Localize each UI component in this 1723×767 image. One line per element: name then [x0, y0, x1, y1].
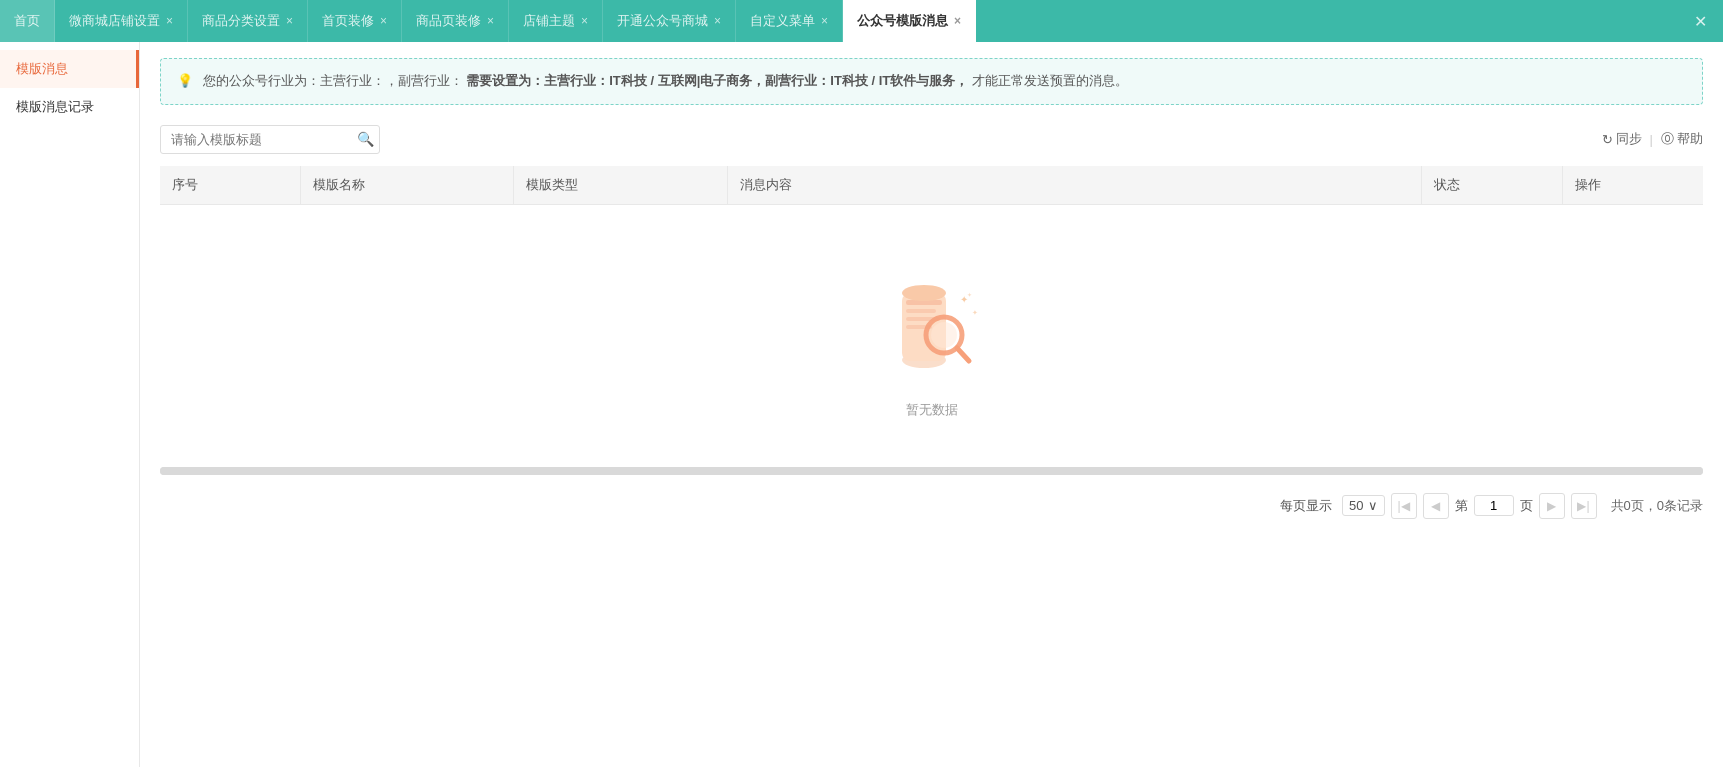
search-input[interactable]	[161, 126, 349, 153]
info-prefix: 您的公众号行业为：主营行业：，副营行业：	[203, 73, 463, 88]
nav-tab-template-msg[interactable]: 公众号模版消息 ×	[843, 0, 976, 42]
col-action: 操作	[1563, 166, 1703, 205]
sync-button[interactable]: ↻ 同步	[1602, 130, 1642, 148]
nav-tab-template-msg-close[interactable]: ×	[954, 14, 961, 28]
sync-icon: ↻	[1602, 132, 1613, 147]
info-banner: 💡 您的公众号行业为：主营行业：，副营行业： 需要设置为：主营行业：IT科技 /…	[160, 58, 1703, 105]
nav-tab-custom-menu-label: 自定义菜单	[750, 12, 815, 30]
nav-tab-template-msg-label: 公众号模版消息	[857, 12, 948, 30]
nav-tab-home-decoration-close[interactable]: ×	[380, 14, 387, 28]
help-icon: ⓪	[1661, 130, 1674, 148]
first-page-button[interactable]: |◀	[1391, 493, 1417, 519]
nav-tab-home-decoration-label: 首页装修	[322, 12, 374, 30]
pagination: 每页显示 50 ∨ |◀ ◀ 第 页 ▶ ▶| 共0页，0条记录	[160, 483, 1703, 529]
close-all-button[interactable]: ✕	[1678, 12, 1723, 31]
empty-text: 暂无数据	[906, 401, 958, 419]
main-layout: 模版消息 模版消息记录 💡 您的公众号行业为：主营行业：，副营行业： 需要设置为…	[0, 42, 1723, 767]
chevron-down-icon: ∨	[1368, 498, 1378, 513]
nav-tab-shop-settings[interactable]: 微商城店铺设置 ×	[55, 0, 188, 42]
divider: |	[1650, 132, 1653, 147]
nav-tab-product-decoration-close[interactable]: ×	[487, 14, 494, 28]
search-box[interactable]: 🔍	[160, 125, 380, 154]
nav-tab-open-mall-close[interactable]: ×	[714, 14, 721, 28]
nav-tab-product-decoration-label: 商品页装修	[416, 12, 481, 30]
col-type: 模版类型	[514, 166, 728, 205]
svg-point-8	[931, 322, 957, 348]
help-button[interactable]: ⓪ 帮助	[1661, 130, 1703, 148]
sidebar-item-template-msg-log-label: 模版消息记录	[16, 99, 94, 114]
svg-rect-3	[906, 309, 936, 313]
empty-illustration: ✦ ✦ ✦	[872, 265, 992, 385]
data-table: 序号 模版名称 模版类型 消息内容 状态 操作	[160, 166, 1703, 459]
toolbar-right: ↻ 同步 | ⓪ 帮助	[1602, 130, 1703, 148]
top-nav: 首页 微商城店铺设置 × 商品分类设置 × 首页装修 × 商品页装修 × 店铺主…	[0, 0, 1723, 42]
nav-tab-shop-theme[interactable]: 店铺主题 ×	[509, 0, 603, 42]
nav-tab-open-mall[interactable]: 开通公众号商城 ×	[603, 0, 736, 42]
page-size-select[interactable]: 50 ∨	[1342, 495, 1384, 516]
col-status: 状态	[1421, 166, 1562, 205]
nav-tab-shop-settings-close[interactable]: ×	[166, 14, 173, 28]
nav-tab-category-settings-label: 商品分类设置	[202, 12, 280, 30]
nav-tab-category-close[interactable]: ×	[286, 14, 293, 28]
page-prefix: 第	[1455, 497, 1468, 515]
svg-point-6	[902, 285, 946, 301]
svg-text:✦: ✦	[967, 292, 972, 298]
next-page-button[interactable]: ▶	[1539, 493, 1565, 519]
bulb-icon: 💡	[177, 73, 193, 88]
sidebar-item-template-msg-label: 模版消息	[16, 61, 68, 76]
info-suffix: 才能正常发送预置的消息。	[972, 73, 1128, 88]
scroll-track[interactable]	[160, 467, 1703, 475]
nav-tab-custom-menu[interactable]: 自定义菜单 ×	[736, 0, 843, 42]
empty-state: ✦ ✦ ✦ 暂无数据	[160, 205, 1703, 459]
nav-tab-custom-menu-close[interactable]: ×	[821, 14, 828, 28]
info-highlight: 需要设置为：主营行业：IT科技 / 互联网|电子商务，副营行业：IT科技 / I…	[466, 73, 968, 88]
col-content: 消息内容	[727, 166, 1421, 205]
nav-tab-home[interactable]: 首页	[0, 0, 55, 42]
page-number-input[interactable]	[1474, 495, 1514, 516]
page-size-label: 每页显示	[1280, 497, 1332, 515]
page-size-value: 50	[1349, 498, 1363, 513]
sidebar: 模版消息 模版消息记录	[0, 42, 140, 767]
last-page-button[interactable]: ▶|	[1571, 493, 1597, 519]
sync-label: 同步	[1616, 130, 1642, 148]
nav-tab-home-label: 首页	[14, 12, 40, 30]
nav-tab-product-decoration[interactable]: 商品页装修 ×	[402, 0, 509, 42]
nav-tab-open-mall-label: 开通公众号商城	[617, 12, 708, 30]
nav-tab-category-settings[interactable]: 商品分类设置 ×	[188, 0, 308, 42]
content-area: 💡 您的公众号行业为：主营行业：，副营行业： 需要设置为：主营行业：IT科技 /…	[140, 42, 1723, 767]
nav-tab-shop-theme-close[interactable]: ×	[581, 14, 588, 28]
prev-page-button[interactable]: ◀	[1423, 493, 1449, 519]
svg-line-9	[957, 348, 969, 361]
svg-text:✦: ✦	[972, 309, 978, 316]
search-icon[interactable]: 🔍	[349, 131, 382, 147]
nav-tab-home-decoration[interactable]: 首页装修 ×	[308, 0, 402, 42]
page-label: 页	[1520, 497, 1533, 515]
total-info: 共0页，0条记录	[1611, 497, 1703, 515]
col-name: 模版名称	[300, 166, 514, 205]
toolbar: 🔍 ↻ 同步 | ⓪ 帮助	[160, 125, 1703, 154]
sidebar-item-template-msg[interactable]: 模版消息	[0, 50, 139, 88]
nav-tab-shop-theme-label: 店铺主题	[523, 12, 575, 30]
nav-tab-shop-settings-label: 微商城店铺设置	[69, 12, 160, 30]
col-index: 序号	[160, 166, 300, 205]
sidebar-item-template-msg-log[interactable]: 模版消息记录	[0, 88, 139, 126]
help-label: 帮助	[1677, 130, 1703, 148]
